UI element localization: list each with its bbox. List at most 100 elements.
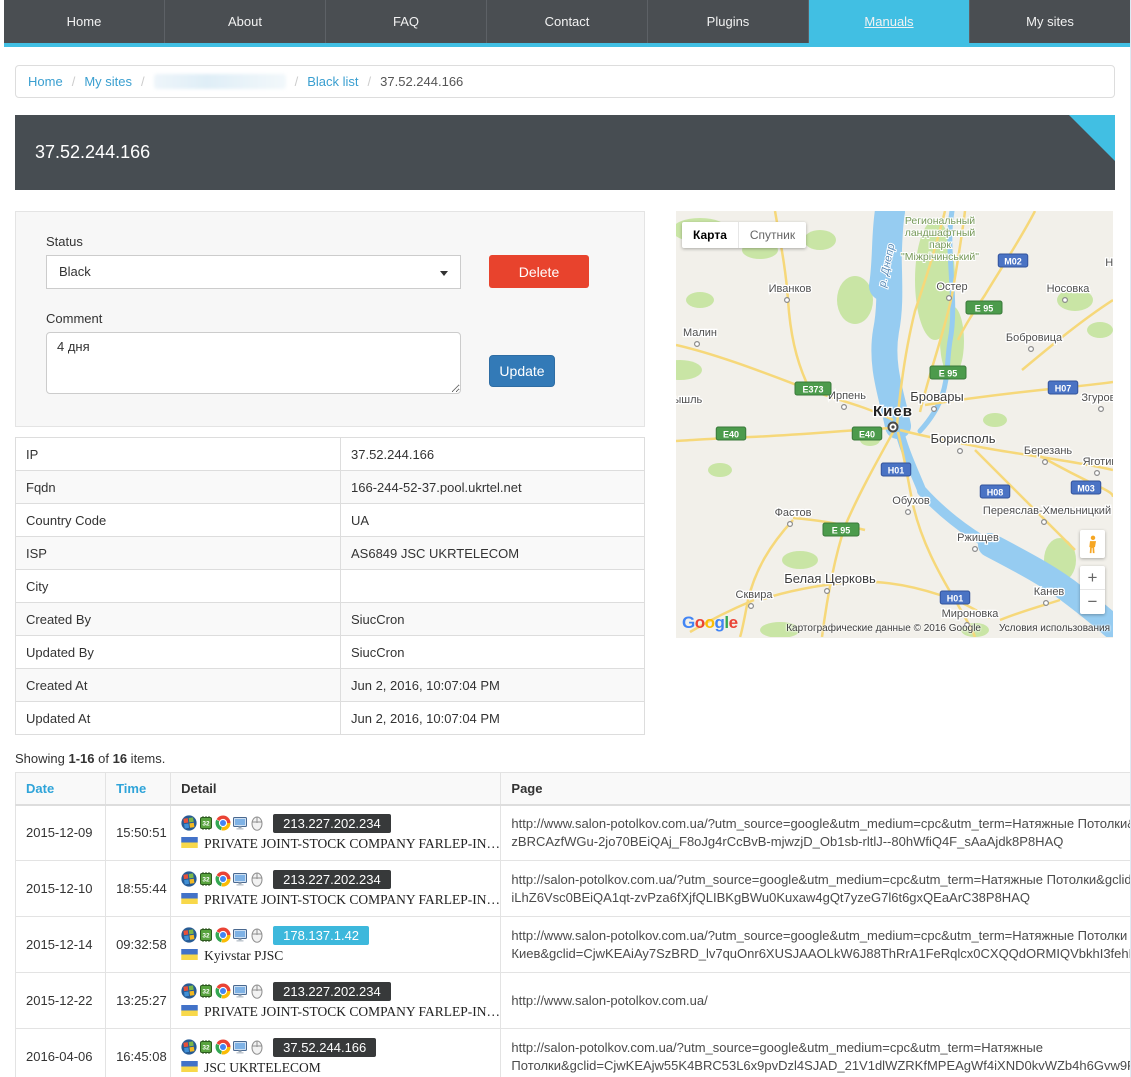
- cell-time: 18:55:44: [105, 860, 172, 917]
- city-label: Ржищев: [957, 532, 999, 544]
- svg-text:32: 32: [203, 877, 211, 884]
- status-select[interactable]: Black: [46, 255, 461, 289]
- city-dot: [841, 404, 848, 411]
- ip-badge: 178.137.1.42: [273, 925, 370, 945]
- svg-text:H08: H08: [987, 488, 1004, 498]
- svg-text:32: 32: [203, 821, 211, 828]
- svg-text:H01: H01: [888, 466, 905, 476]
- nav-tab-manuals[interactable]: Manuals: [809, 0, 970, 43]
- client-icons: 32: [181, 815, 265, 831]
- summary-mid: of: [94, 751, 113, 766]
- nav-tab-faq[interactable]: FAQ: [326, 0, 487, 43]
- nav-tab-contact[interactable]: Contact: [487, 0, 648, 43]
- mouse-icon: [249, 815, 265, 831]
- cell-date: 2015-12-09: [14, 804, 107, 861]
- breadcrumb-link-home[interactable]: Home: [28, 74, 63, 89]
- svg-text:H01: H01: [947, 594, 964, 604]
- road-badge-E40: E40: [851, 426, 883, 441]
- table-header-row: Date Time Detail Page: [14, 772, 1130, 806]
- google-map[interactable]: Региональный ландшафтный парк "Міжрічинськи…: [676, 211, 1113, 638]
- page-url-line: http://salon-potolkov.com.ua/?utm_source…: [511, 1039, 1043, 1055]
- zoom-out-button[interactable]: −: [1080, 590, 1105, 614]
- ukraine-flag-icon: [181, 948, 198, 963]
- comment-textarea[interactable]: [46, 332, 461, 394]
- page-url-line: Киев&gclid=CjwKEAiAy7SzBRD_lv7quOnr6XUSJ…: [511, 945, 1131, 961]
- isp-name: PRIVATE JOINT-STOCK COMPANY FARLEP-IN…: [204, 891, 501, 907]
- chrome-icon: [215, 1039, 231, 1055]
- city-label: Бобровица: [1006, 332, 1063, 344]
- map-button[interactable]: Карта: [682, 222, 738, 248]
- page-header-banner: 37.52.244.166: [15, 115, 1115, 190]
- ip-badge: 213.227.202.234: [273, 813, 391, 833]
- breadcrumb-link-my-sites[interactable]: My sites: [84, 74, 132, 89]
- cell-detail: 32 37.52.244.166 JSC UKRTELECOM: [170, 1028, 502, 1077]
- park-label: Региональный: [905, 215, 975, 227]
- comment-label: Comment: [46, 311, 103, 326]
- status-select-value: Black: [59, 264, 91, 279]
- page-url-line: http://www.salon-potolkov.com.ua/: [511, 992, 708, 1008]
- svg-text:E 95: E 95: [939, 369, 958, 379]
- nav-tab-home[interactable]: Home: [4, 0, 165, 43]
- svg-text:М03: М03: [1077, 484, 1095, 494]
- city-label: Переяслав-Хмельницкий: [983, 505, 1111, 517]
- ip-badge: 213.227.202.234: [273, 981, 391, 1001]
- mouse-icon: [249, 983, 265, 999]
- terms-link[interactable]: Условия использования: [999, 623, 1110, 634]
- ukraine-flag-icon: [181, 892, 198, 907]
- park-label: "Міжрічинський": [901, 251, 979, 263]
- cell-page: http://salon-potolkov.com.ua/?utm_source…: [500, 1028, 1130, 1077]
- windows-7-icon: [181, 927, 197, 943]
- svg-text:32: 32: [203, 989, 211, 996]
- pegman-button[interactable]: [1080, 530, 1105, 558]
- city-dot: [905, 509, 912, 516]
- city-dot: [1041, 519, 1048, 526]
- map-attribution: Картографические данные © 2016 Google Ус…: [786, 623, 1110, 634]
- zoom-in-button[interactable]: +: [1080, 566, 1105, 590]
- google-logo[interactable]: Google: [682, 613, 738, 633]
- chevron-down-icon: [440, 271, 448, 276]
- ip-details-table: IP 37.52.244.166 Fqdn 166-244-52-37.pool.uk…: [15, 437, 645, 735]
- breadcrumb-censored-site[interactable]: [153, 74, 286, 89]
- mouse-icon: [249, 871, 265, 887]
- detail-value: AS6849 JSC UKRTELECOM: [340, 536, 645, 570]
- city-label: Белая Церковь: [784, 571, 876, 586]
- breadcrumb-separator: /: [71, 74, 76, 89]
- city-label: Обухов: [892, 495, 930, 507]
- nav-tab-plugins[interactable]: Plugins: [648, 0, 809, 43]
- road-badge-М03: М03: [1070, 480, 1102, 495]
- map-type-control: Карта Спутник: [682, 222, 807, 248]
- ukraine-flag-icon: [181, 1004, 198, 1019]
- delete-button[interactable]: Delete: [489, 255, 589, 288]
- nav-tab-about[interactable]: About: [165, 0, 326, 43]
- detail-value: SiucCron: [340, 602, 645, 636]
- detail-value: SiucCron: [340, 635, 645, 669]
- city-dot: [694, 341, 701, 348]
- monitor-icon: [232, 815, 248, 831]
- svg-text:32: 32: [203, 933, 211, 940]
- top-nav: Home About FAQ Contact Plugins Manuals My site…: [4, 0, 1130, 43]
- city-dot: [1062, 296, 1069, 303]
- pegman-icon: [1088, 535, 1096, 553]
- detail-label: Created At: [15, 668, 341, 702]
- page-url-line: http://salon-potolkov.com.ua/?utm_source…: [511, 871, 1131, 887]
- client-icons: 32: [181, 927, 265, 943]
- cell-page: http://www.salon-potolkov.com.ua/?utm_so…: [500, 916, 1131, 973]
- breadcrumb-link-black-list[interactable]: Black list: [307, 74, 358, 89]
- detail-label: City: [15, 569, 341, 603]
- attribution-text: Картографические данные © 2016 Google: [786, 623, 981, 634]
- city-label: Березань: [1024, 445, 1073, 457]
- city-dot: [1094, 470, 1101, 477]
- road-badge-H08: H08: [979, 484, 1011, 499]
- city-dot: [824, 588, 831, 595]
- chip-32bit-icon: 32: [198, 983, 214, 999]
- nav-tab-my-sites[interactable]: My sites: [970, 0, 1130, 43]
- header-time[interactable]: Time: [105, 772, 172, 806]
- cell-date: 2015-12-14: [14, 916, 107, 973]
- detail-row: IP 37.52.244.166: [15, 437, 645, 471]
- update-button[interactable]: Update: [489, 355, 555, 387]
- satellite-button[interactable]: Спутник: [737, 222, 806, 248]
- page-title: 37.52.244.166: [35, 142, 151, 162]
- header-date[interactable]: Date: [14, 772, 107, 806]
- breadcrumb-separator: /: [140, 74, 145, 89]
- page-url-line: http://www.salon-potolkov.com.ua/?utm_so…: [511, 815, 1131, 831]
